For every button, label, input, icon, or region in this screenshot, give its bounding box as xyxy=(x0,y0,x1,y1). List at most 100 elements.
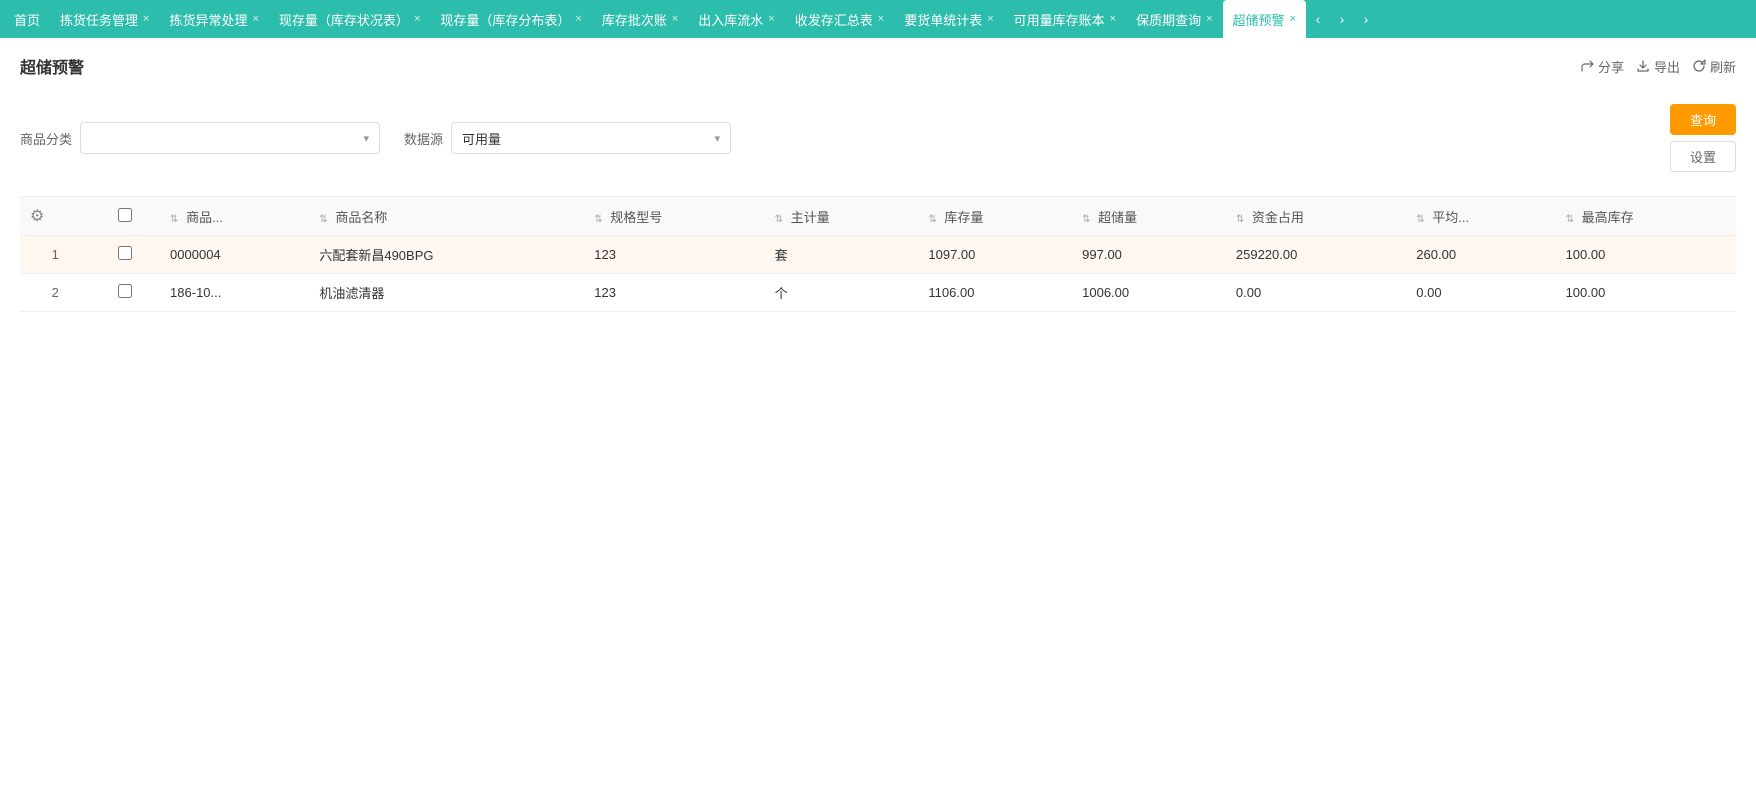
table-row: 2 186-10... 机油滤清器 123 个 1106.00 1006.00 … xyxy=(20,274,1736,312)
cell-maxstock: 100.00 xyxy=(1556,236,1736,274)
close-icon[interactable]: × xyxy=(575,13,581,25)
page-header: 超储预警 分享 导出 刷新 xyxy=(20,54,1736,78)
close-icon[interactable]: × xyxy=(143,13,149,25)
nav-overstock-warning[interactable]: 超储预警 × xyxy=(1223,0,1306,38)
cell-overstock: 997.00 xyxy=(1072,236,1226,274)
sort-icon: ⇅ xyxy=(775,214,783,225)
settings-button[interactable]: 设置 xyxy=(1670,141,1736,172)
nav-task-exception[interactable]: 拣货异常处理 × xyxy=(159,0,268,38)
nav-more-arrow[interactable]: › xyxy=(1354,0,1378,38)
col-name[interactable]: ⇅ 商品名称 xyxy=(309,197,584,236)
sort-icon: ⇅ xyxy=(319,214,327,225)
row-checkbox[interactable] xyxy=(118,246,132,260)
datasource-label: 数据源 xyxy=(404,129,443,148)
nav-prev-arrow[interactable]: ‹ xyxy=(1306,0,1330,38)
cell-maxstock: 100.00 xyxy=(1556,274,1736,312)
sort-icon: ⇅ xyxy=(1236,214,1244,225)
chevron-down-icon: ▾ xyxy=(715,132,721,145)
col-code[interactable]: ⇅ 商品... xyxy=(160,197,309,236)
col-maxstock[interactable]: ⇅ 最高库存 xyxy=(1556,197,1736,236)
close-icon[interactable]: × xyxy=(987,13,993,25)
sort-icon: ⇅ xyxy=(170,214,178,225)
category-label: 商品分类 xyxy=(20,129,72,148)
cell-avg: 260.00 xyxy=(1406,236,1555,274)
close-icon[interactable]: × xyxy=(1206,13,1212,25)
sort-icon: ⇅ xyxy=(928,214,936,225)
close-icon[interactable]: × xyxy=(414,13,420,25)
cell-unit: 个 xyxy=(765,274,919,312)
sort-icon: ⇅ xyxy=(1416,214,1424,225)
export-button[interactable]: 导出 xyxy=(1636,57,1680,76)
nav-receive-summary[interactable]: 收发存汇总表 × xyxy=(785,0,894,38)
col-spec[interactable]: ⇅ 规格型号 xyxy=(584,197,764,236)
col-capital[interactable]: ⇅ 资金占用 xyxy=(1226,197,1406,236)
category-filter: 商品分类 ▾ xyxy=(20,122,380,154)
gear-icon[interactable]: ⚙ xyxy=(30,208,44,225)
cell-capital: 0.00 xyxy=(1226,274,1406,312)
data-table: ⚙ ⇅ 商品... ⇅ 商品名称 ⇅ 规格型号 ⇅ xyxy=(20,196,1736,312)
row-number: 1 xyxy=(20,236,90,274)
nav-available-account[interactable]: 可用量库存账本 × xyxy=(1004,0,1126,38)
cell-capital: 259220.00 xyxy=(1226,236,1406,274)
nav-order-stats[interactable]: 要货单统计表 × xyxy=(894,0,1003,38)
close-icon[interactable]: × xyxy=(878,13,884,25)
page-title: 超储预警 xyxy=(20,54,84,78)
nav-home[interactable]: 首页 xyxy=(4,0,50,38)
cell-stock: 1097.00 xyxy=(918,236,1072,274)
cell-overstock: 1006.00 xyxy=(1072,274,1226,312)
col-checkbox xyxy=(90,197,160,236)
nav-next-arrow[interactable]: › xyxy=(1330,0,1354,38)
datasource-filter: 数据源 可用量 ▾ xyxy=(404,122,731,154)
chevron-down-icon: ▾ xyxy=(363,132,369,145)
main-content: 超储预警 分享 导出 刷新 商品 xyxy=(0,38,1756,800)
close-icon[interactable]: × xyxy=(252,13,258,25)
datasource-select-value: 可用量 xyxy=(462,129,501,148)
refresh-button[interactable]: 刷新 xyxy=(1692,57,1736,76)
cell-code: 0000004 xyxy=(160,236,309,274)
nav-inout-flow[interactable]: 出入库流水 × xyxy=(688,0,784,38)
row-checkbox-cell xyxy=(90,274,160,312)
nav-inventory-status[interactable]: 现存量（库存状况表） × xyxy=(269,0,430,38)
datasource-select[interactable]: 可用量 ▾ xyxy=(451,122,731,154)
sort-icon: ⇅ xyxy=(1566,214,1574,225)
col-unit[interactable]: ⇅ 主计量 xyxy=(765,197,919,236)
row-checkbox[interactable] xyxy=(118,284,132,298)
select-all-checkbox[interactable] xyxy=(118,208,132,222)
share-button[interactable]: 分享 xyxy=(1580,57,1624,76)
nav-task-mgmt[interactable]: 拣货任务管理 × xyxy=(50,0,159,38)
close-icon[interactable]: × xyxy=(1110,13,1116,25)
header-actions: 分享 导出 刷新 xyxy=(1580,57,1736,76)
filter-area: 商品分类 ▾ 数据源 可用量 ▾ 查询 设置 xyxy=(20,94,1736,182)
row-checkbox-cell xyxy=(90,236,160,274)
nav-batch-account[interactable]: 库存批次账 × xyxy=(592,0,688,38)
sort-icon: ⇅ xyxy=(594,214,602,225)
col-overstock[interactable]: ⇅ 超储量 xyxy=(1072,197,1226,236)
table-header-row: ⚙ ⇅ 商品... ⇅ 商品名称 ⇅ 规格型号 ⇅ xyxy=(20,197,1736,236)
category-select[interactable]: ▾ xyxy=(80,122,380,154)
cell-name: 机油滤清器 xyxy=(309,274,584,312)
col-stock[interactable]: ⇅ 库存量 xyxy=(918,197,1072,236)
cell-unit: 套 xyxy=(765,236,919,274)
cell-spec: 123 xyxy=(584,274,764,312)
close-icon[interactable]: × xyxy=(672,13,678,25)
sort-icon: ⇅ xyxy=(1082,214,1090,225)
col-avg[interactable]: ⇅ 平均... xyxy=(1406,197,1555,236)
share-icon xyxy=(1580,59,1594,73)
export-icon xyxy=(1636,59,1650,73)
cell-avg: 0.00 xyxy=(1406,274,1555,312)
query-button[interactable]: 查询 xyxy=(1670,104,1736,135)
cell-stock: 1106.00 xyxy=(918,274,1072,312)
cell-name: 六配套新昌490BPG xyxy=(309,236,584,274)
close-icon[interactable]: × xyxy=(768,13,774,25)
close-icon[interactable]: × xyxy=(1290,13,1296,25)
nav-inventory-dist[interactable]: 现存量（库存分布表） × xyxy=(430,0,591,38)
refresh-icon xyxy=(1692,59,1706,73)
col-settings: ⚙ xyxy=(20,197,90,236)
cell-code: 186-10... xyxy=(160,274,309,312)
table-row: 1 0000004 六配套新昌490BPG 123 套 1097.00 997.… xyxy=(20,236,1736,274)
cell-spec: 123 xyxy=(584,236,764,274)
filter-buttons: 查询 设置 xyxy=(1670,104,1736,172)
top-nav: 首页 拣货任务管理 × 拣货异常处理 × 现存量（库存状况表） × 现存量（库存… xyxy=(0,0,1756,38)
nav-expiry-query[interactable]: 保质期查询 × xyxy=(1126,0,1222,38)
row-number: 2 xyxy=(20,274,90,312)
